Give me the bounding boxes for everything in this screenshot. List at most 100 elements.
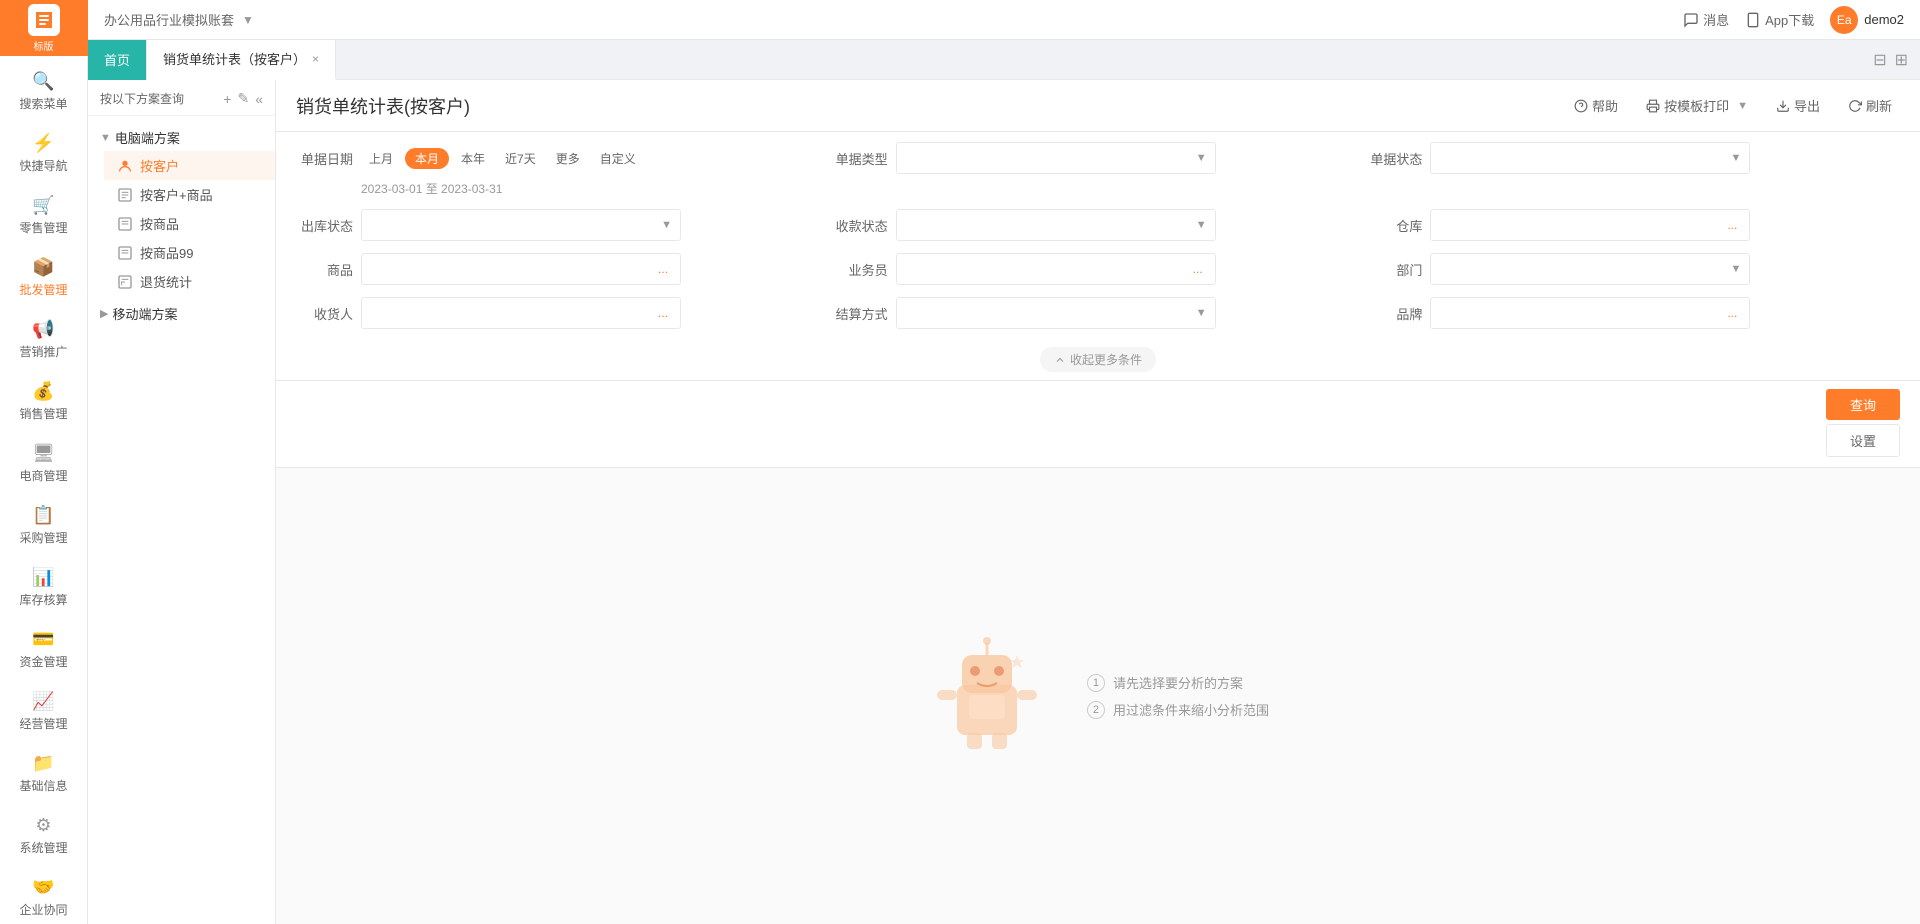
export-btn[interactable]: 导出 xyxy=(1768,92,1828,119)
tab-bar: 首页 销货单统计表（按客户） × ⊟ ⊞ xyxy=(88,40,1920,80)
scheme-group-header-desktop[interactable]: ▼ 电脑端方案 xyxy=(88,124,275,151)
warehouse-input[interactable]: ... xyxy=(1430,209,1750,241)
sidebar-item-quick-nav[interactable]: ⚡ 快捷导航 xyxy=(0,122,87,184)
scheme-group-header-mobile[interactable]: ▶ 移动端方案 xyxy=(88,300,275,327)
sidebar-item-wholesale[interactable]: 📦 批发管理 xyxy=(0,246,87,308)
print-dropdown-icon[interactable]: ▼ xyxy=(1737,100,1748,112)
filter-row-2: 出库状态 ▼ 收款状态 ▼ 仓库 xyxy=(276,205,1920,249)
dropdown-arrow-icon: ▼ xyxy=(242,13,254,27)
logo-text: 标版 xyxy=(34,38,54,53)
dept-select[interactable]: ▼ xyxy=(1430,253,1750,285)
brand-ellipsis[interactable]: ... xyxy=(1723,306,1741,320)
sidebar-item-sales[interactable]: 💰 销售管理 xyxy=(0,370,87,432)
product-ellipsis[interactable]: ... xyxy=(654,262,672,276)
salesperson-input[interactable]: ... xyxy=(896,253,1216,285)
message-btn[interactable]: 消息 xyxy=(1683,10,1729,29)
app-download-label: App下载 xyxy=(1765,10,1814,29)
left-panel-title: 按以下方案查询 xyxy=(100,90,184,107)
empty-tips: 1 请先选择要分析的方案 2 用过滤条件来缩小分析范围 xyxy=(1087,673,1269,719)
receiver-ellipsis[interactable]: ... xyxy=(654,306,672,320)
brand-input[interactable]: ... xyxy=(1430,297,1750,329)
date-btn-more[interactable]: 更多 xyxy=(548,148,588,169)
salesperson-filter-cell: 业务员 ... xyxy=(831,253,1366,285)
recv-status-select[interactable]: ▼ xyxy=(896,209,1216,241)
settlement-label: 结算方式 xyxy=(831,304,896,323)
out-status-select[interactable]: ▼ xyxy=(361,209,681,241)
user-area[interactable]: Ea demo2 xyxy=(1830,6,1904,34)
settlement-select[interactable]: ▼ xyxy=(896,297,1216,329)
sidebar-item-marketing[interactable]: 📢 营销推广 xyxy=(0,308,87,370)
ecommerce-icon: 🖥 xyxy=(33,442,55,464)
header-right: 消息 App下载 Ea demo2 xyxy=(1683,6,1904,34)
help-btn[interactable]: 帮助 xyxy=(1566,92,1626,119)
brand-label: 品牌 xyxy=(1365,304,1430,323)
add-scheme-btn[interactable]: + xyxy=(223,91,231,107)
sidebar-item-label: 资金管理 xyxy=(19,653,67,670)
tab-home[interactable]: 首页 xyxy=(88,40,147,80)
scheme-item-by-customer[interactable]: 按客户 xyxy=(104,151,275,180)
sidebar-item-purchase[interactable]: 📋 采购管理 xyxy=(0,494,87,556)
doc-status-label: 单据状态 xyxy=(1365,149,1430,168)
scheme-group-desktop: ▼ 电脑端方案 按客户 xyxy=(88,124,275,296)
header-dropdown[interactable]: ▼ xyxy=(242,13,254,27)
filter-row-1: 单据日期 上月 本月 本年 近7天 更多 自定义 单据类型 xyxy=(276,132,1920,180)
app-download-btn[interactable]: App下载 xyxy=(1745,10,1814,29)
tab-minimize-btn[interactable]: ⊟ xyxy=(1873,50,1886,70)
sidebar-item-enterprise[interactable]: 🤝 企业协同 xyxy=(0,866,87,924)
date-range-display: 2023-03-01 至 2023-03-31 xyxy=(361,180,502,197)
query-btn[interactable]: 查询 xyxy=(1826,389,1900,420)
sidebar-item-label: 电商管理 xyxy=(19,467,67,484)
marketing-icon: 📢 xyxy=(33,318,55,340)
doc-type-select[interactable]: ▼ xyxy=(896,142,1216,174)
quick-nav-icon: ⚡ xyxy=(33,132,55,154)
collapse-icon xyxy=(1054,354,1066,366)
scheme-item-by-product-99[interactable]: 按商品99 xyxy=(104,238,275,267)
edit-scheme-btn[interactable]: ✎ xyxy=(237,90,249,107)
scheme-item-by-customer-product[interactable]: 按客户+商品 xyxy=(104,180,275,209)
page-header-actions: 帮助 按模板打印 ▼ 导出 刷新 xyxy=(1566,92,1900,119)
product-input[interactable]: ... xyxy=(361,253,681,285)
settlement-filter-cell: 结算方式 ▼ xyxy=(831,297,1366,329)
scheme-item-return-stats[interactable]: 退货统计 xyxy=(104,267,275,296)
purchase-icon: 📋 xyxy=(33,504,55,526)
filter-section: 单据日期 上月 本月 本年 近7天 更多 自定义 单据类型 xyxy=(276,132,1920,468)
sidebar-item-system[interactable]: ⚙ 系统管理 xyxy=(0,804,87,866)
sidebar-item-basic[interactable]: 📁 基础信息 xyxy=(0,742,87,804)
sidebar-item-operation[interactable]: 📈 经营管理 xyxy=(0,680,87,742)
collapse-row[interactable]: 收起更多条件 xyxy=(276,339,1920,381)
sidebar-item-label: 批发管理 xyxy=(19,281,67,298)
help-icon xyxy=(1574,99,1588,113)
warehouse-ellipsis[interactable]: ... xyxy=(1723,218,1741,232)
date-btn-custom[interactable]: 自定义 xyxy=(592,148,644,169)
filter-row-3: 商品 ... 业务员 ... 部门 xyxy=(276,249,1920,293)
tab-expand-btn[interactable]: ⊞ xyxy=(1895,50,1908,70)
logo[interactable]: 标版 xyxy=(0,0,88,56)
collapse-btn[interactable]: 收起更多条件 xyxy=(1040,347,1156,372)
scheme-item-label: 按商品99 xyxy=(140,243,193,262)
sidebar-item-inventory[interactable]: 📊 库存核算 xyxy=(0,556,87,618)
doc-type-filter-cell: 单据类型 ▼ xyxy=(831,142,1366,174)
sidebar-item-search-menu[interactable]: 🔍 搜索菜单 xyxy=(0,60,87,122)
help-label: 帮助 xyxy=(1592,96,1618,115)
receiver-input[interactable]: ... xyxy=(361,297,681,329)
doc-status-select[interactable]: ▼ xyxy=(1430,142,1750,174)
date-btn-last-month[interactable]: 上月 xyxy=(361,148,401,169)
tab-sales-stats[interactable]: 销货单统计表（按客户） × xyxy=(147,40,336,80)
salesperson-ellipsis[interactable]: ... xyxy=(1189,262,1207,276)
top-header: 办公用品行业模拟账套 ▼ 消息 App下载 Ea demo2 xyxy=(88,0,1920,40)
search-menu-icon: 🔍 xyxy=(33,70,55,92)
refresh-btn[interactable]: 刷新 xyxy=(1840,92,1900,119)
tab-close-icon[interactable]: × xyxy=(312,52,319,66)
date-btn-this-year[interactable]: 本年 xyxy=(453,148,493,169)
scheme-item-by-product[interactable]: 按商品 xyxy=(104,209,275,238)
page-title: 销货单统计表(按客户) xyxy=(296,93,470,119)
date-btn-this-month[interactable]: 本月 xyxy=(405,148,449,169)
date-btn-7days[interactable]: 近7天 xyxy=(497,148,544,169)
settings-btn[interactable]: 设置 xyxy=(1826,424,1900,457)
sidebar-item-ecommerce[interactable]: 🖥 电商管理 xyxy=(0,432,87,494)
print-btn[interactable]: 按模板打印 ▼ xyxy=(1638,92,1756,119)
sidebar-item-label: 采购管理 xyxy=(19,529,67,546)
collapse-panel-btn[interactable]: « xyxy=(255,91,263,107)
sidebar-item-finance[interactable]: 💳 资金管理 xyxy=(0,618,87,680)
sidebar-item-retail[interactable]: 🛒 零售管理 xyxy=(0,184,87,246)
